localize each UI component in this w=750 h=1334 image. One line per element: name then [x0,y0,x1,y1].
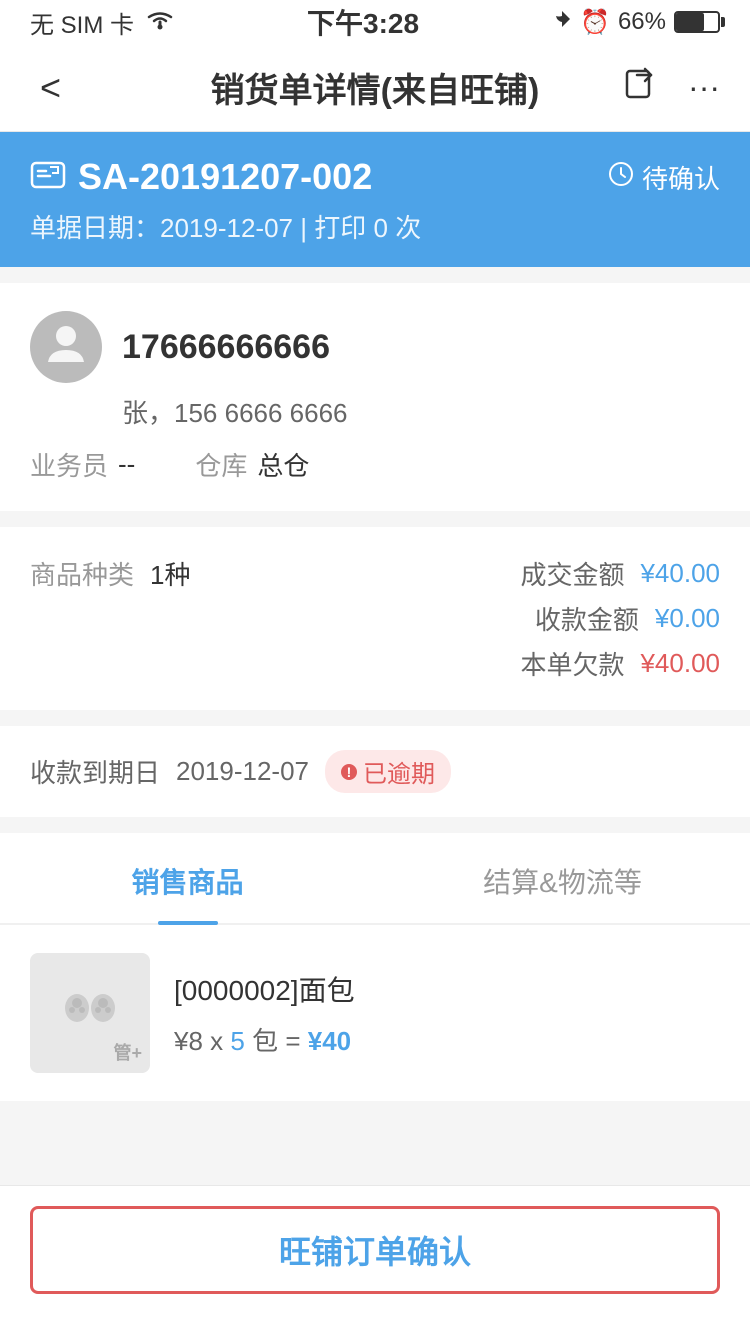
order-id: SA-20191207-002 [30,156,372,198]
due-date-value: 2019-12-07 [176,756,309,787]
product-thumb-label: 管+ [113,1039,142,1065]
sales-detail: 业务员 -- [30,446,135,483]
status-left: 无 SIM 卡 [30,5,174,40]
confirm-order-button[interactable]: 旺铺订单确认 [30,1206,720,1294]
tab-sales-products[interactable]: 销售商品 [0,833,375,923]
payment-row: 收款金额 ¥0.00 [535,600,720,637]
bottom-bar: 旺铺订单确认 [0,1185,750,1334]
tabs-section: 销售商品 结算&物流等 管+ [0000002]面包 ¥8 [0,833,750,1101]
order-meta: 单据日期：2019-12-07 | 打印 0 次 [30,208,720,245]
page-title: 销货单详情(来自旺铺) [211,63,540,112]
due-date-label: 收款到期日 [30,753,160,790]
payment-label: 收款金额 [535,600,639,637]
product-info: [0000002]面包 ¥8 x 5 包 = ¥40 [174,969,720,1058]
overdue-dot-icon: ! [341,764,357,780]
back-button[interactable]: < [30,57,71,119]
nav-actions: ··· [624,67,720,109]
header-card-top: SA-20191207-002 待确认 [30,156,720,198]
share-button[interactable] [624,67,658,109]
product-total: ¥40 [308,1026,351,1056]
product-item: 管+ [0000002]面包 ¥8 x 5 包 = ¥40 [0,925,750,1101]
customer-row: 17666666666 [30,311,720,383]
avatar [30,311,102,383]
wifi-icon [146,8,174,37]
customer-section: 17666666666 张，156 6666 6666 业务员 -- 仓库 总仓 [0,283,750,511]
carrier-label: 无 SIM 卡 [30,5,134,40]
product-qty: 5 [230,1026,244,1056]
due-section: 收款到期日 2019-12-07 ! 已逾期 [0,726,750,817]
battery-icon [674,11,720,33]
summary-right: 成交金额 ¥40.00 收款金额 ¥0.00 本单欠款 ¥40.00 [520,555,720,682]
product-price: ¥8 x 5 包 = ¥40 [174,1021,720,1058]
debt-value: ¥40.00 [640,648,720,679]
header-card: SA-20191207-002 待确认 单据日期：2019-12-07 | 打印… [0,132,750,267]
warehouse-detail: 仓库 总仓 [195,446,309,483]
tab-settlement[interactable]: 结算&物流等 [375,833,750,923]
overdue-badge: ! 已逾期 [325,750,451,793]
amount-label: 成交金额 [520,555,624,592]
status-bar: 无 SIM 卡 下午3:28 ⏰ 66% [0,0,750,44]
payment-value: ¥0.00 [655,603,720,634]
avatar-icon [42,318,90,377]
status-time: 下午3:28 [307,2,419,42]
order-icon [30,156,66,198]
sales-value: -- [118,449,135,480]
tabs-header: 销售商品 结算&物流等 [0,833,750,925]
summary-left: 商品种类 1种 [30,555,190,592]
status-right: ⏰ 66% [552,8,720,37]
customer-name: 张，156 6666 6666 [122,393,720,430]
customer-details: 业务员 -- 仓库 总仓 [30,446,720,483]
product-type-label: 商品种类 [30,555,134,592]
customer-phone: 17666666666 [122,328,330,367]
overdue-text: 已逾期 [363,754,435,789]
debt-row: 本单欠款 ¥40.00 [520,645,720,682]
product-thumbnail: 管+ [30,953,150,1073]
alarm-icon: ⏰ [580,8,610,37]
debt-label: 本单欠款 [520,645,624,682]
warehouse-value: 总仓 [257,446,309,483]
clock-icon [608,161,634,194]
sales-label: 业务员 [30,446,108,483]
amount-row: 成交金额 ¥40.00 [520,555,720,592]
order-number: SA-20191207-002 [78,156,372,198]
summary-section: 商品种类 1种 成交金额 ¥40.00 收款金额 ¥0.00 本单欠款 ¥40.… [0,527,750,710]
battery-percent: 66% [618,8,666,36]
warehouse-label: 仓库 [195,446,247,483]
nav-bar: < 销货单详情(来自旺铺) ··· [0,44,750,132]
amount-value: ¥40.00 [640,558,720,589]
location-icon [552,8,572,36]
product-name: [0000002]面包 [174,969,720,1009]
product-type-value: 1种 [150,555,190,592]
more-button[interactable]: ··· [688,69,720,106]
order-status-badge: 待确认 [608,159,720,196]
status-text: 待确认 [642,159,720,196]
